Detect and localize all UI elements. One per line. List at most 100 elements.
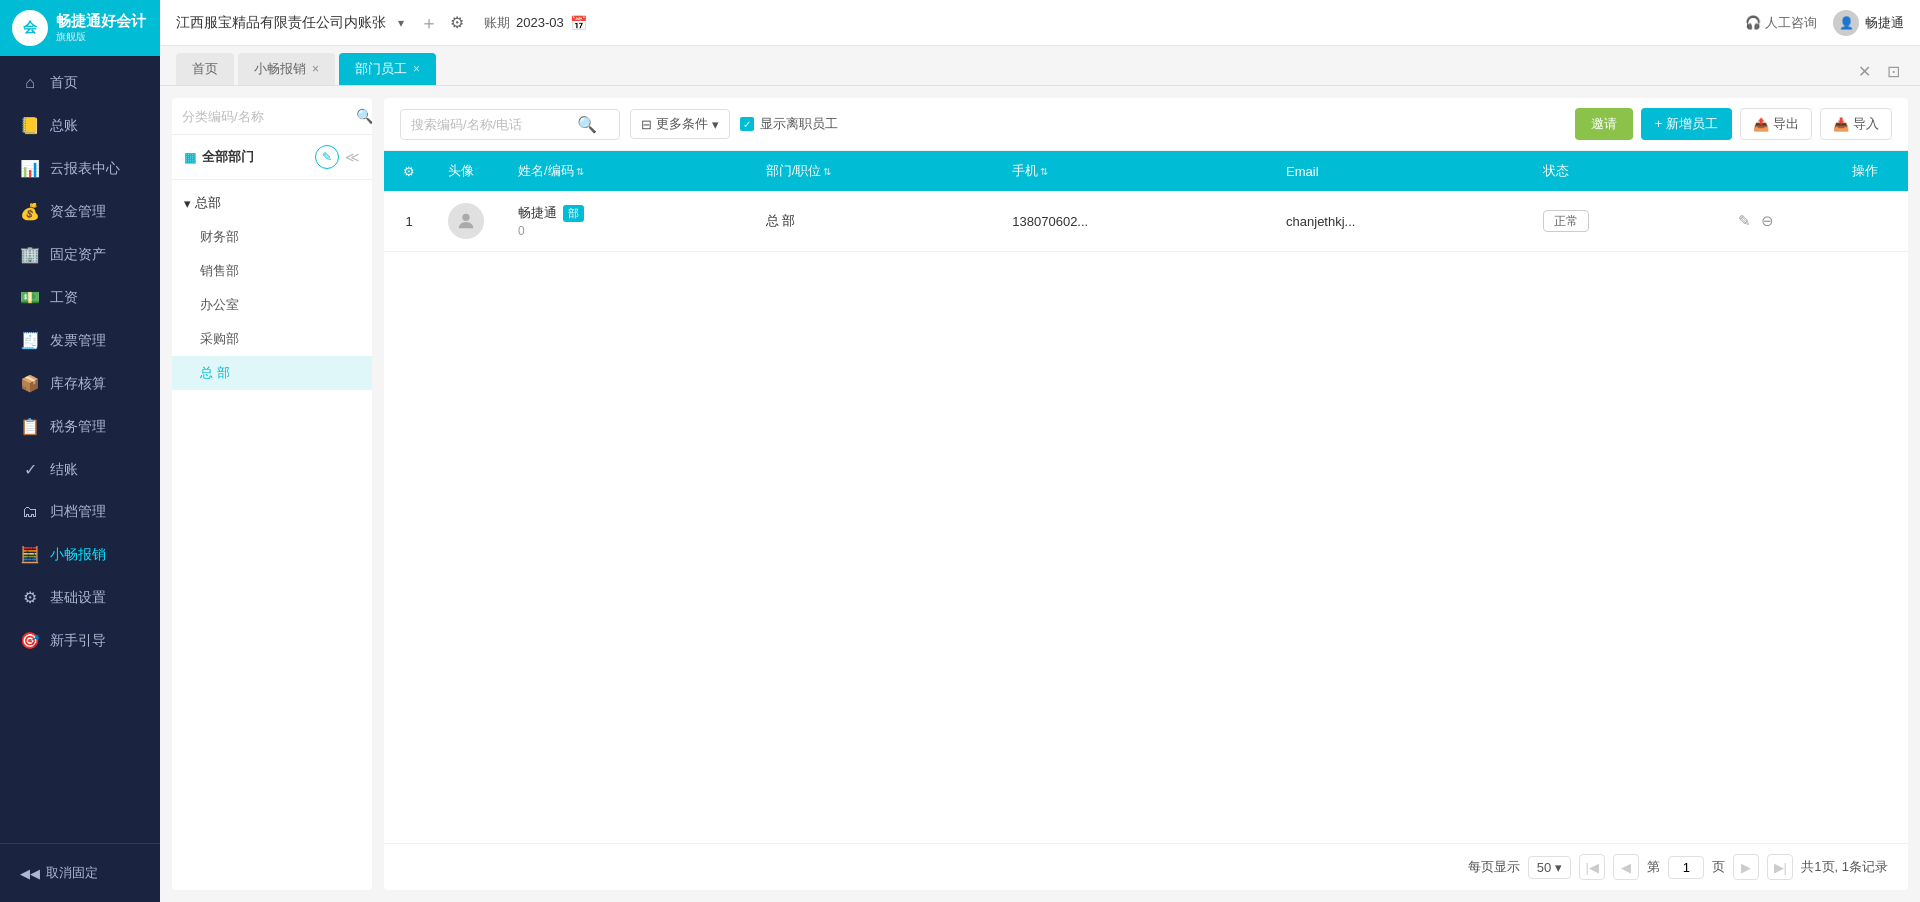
- pin-icon: ◀◀: [20, 866, 40, 881]
- page-number-input[interactable]: [1668, 856, 1704, 879]
- employee-search-input[interactable]: [411, 117, 571, 132]
- sidebar-item-settings[interactable]: ⚙ 基础设置: [0, 576, 160, 619]
- calendar-icon[interactable]: 📅: [570, 15, 587, 31]
- close-expense-tab-icon[interactable]: ×: [312, 62, 319, 76]
- action-icons: ✎ ⊖: [1738, 212, 1894, 230]
- dept-collapse-icon[interactable]: ≪: [345, 149, 360, 165]
- sidebar-item-label: 基础设置: [50, 589, 106, 607]
- sidebar-item-home[interactable]: ⌂ 首页: [0, 62, 160, 104]
- import-button[interactable]: 📥 导入: [1820, 108, 1892, 140]
- sidebar-item-expense[interactable]: 🧮 小畅报销: [0, 533, 160, 576]
- dept-edit-button[interactable]: ✎: [315, 145, 339, 169]
- dept-group-head: ▾ 总部: [172, 186, 372, 220]
- col-settings[interactable]: ⚙: [384, 151, 434, 191]
- invite-button[interactable]: 邀请: [1575, 108, 1633, 140]
- sidebar-item-label: 云报表中心: [50, 160, 120, 178]
- logout-employee-icon[interactable]: ⊖: [1761, 212, 1774, 230]
- help-button[interactable]: 🎧 人工咨询: [1745, 14, 1817, 32]
- employee-search-box: 🔍: [400, 109, 620, 140]
- finance-icon: 💰: [20, 202, 40, 221]
- dept-group-name: 总部: [195, 194, 221, 212]
- add-employee-button[interactable]: + 新增员工: [1641, 108, 1732, 140]
- total-label: 共1页, 1条记录: [1801, 858, 1888, 876]
- sidebar-item-label: 结账: [50, 461, 78, 479]
- sidebar-item-label: 资金管理: [50, 203, 106, 221]
- sidebar-item-archive[interactable]: 🗂 归档管理: [0, 491, 160, 533]
- dept-item-general[interactable]: 总 部: [172, 356, 372, 390]
- topbar: 江西服宝精品有限责任公司内账张 ▾ ＋ ⚙ 账期 2023-03 📅 🎧 人工咨…: [160, 0, 1920, 46]
- dept-header: ▦ 全部部门 ✎ ≪: [172, 135, 372, 180]
- tabbar: 首页 小畅报销 × 部门员工 × ✕ ⊡: [160, 46, 1920, 86]
- search-icon[interactable]: 🔍: [577, 115, 597, 134]
- employee-code: 0: [518, 224, 738, 238]
- col-dept[interactable]: 部门/职位 ⇅: [752, 151, 999, 191]
- close-employees-tab-icon[interactable]: ×: [413, 62, 420, 76]
- page-size-select[interactable]: 50 ▾: [1528, 856, 1571, 879]
- col-email: Email: [1272, 151, 1529, 191]
- employee-avatar: [448, 203, 484, 239]
- expand-tabs-icon[interactable]: ⊡: [1883, 58, 1904, 85]
- first-page-button[interactable]: |◀: [1579, 854, 1605, 880]
- tab-expense[interactable]: 小畅报销 ×: [238, 53, 335, 85]
- checkout-icon: ✓: [20, 460, 40, 479]
- dept-search-input[interactable]: [182, 109, 350, 124]
- status-badge: 正常: [1543, 210, 1589, 232]
- sidebar-item-ledger[interactable]: 📒 总账: [0, 104, 160, 147]
- sidebar-item-checkout[interactable]: ✓ 结账: [0, 448, 160, 491]
- sidebar-item-guide[interactable]: 🎯 新手引导: [0, 619, 160, 662]
- dept-sort-icon: ⇅: [823, 166, 831, 177]
- add-company-icon[interactable]: ＋: [420, 11, 438, 35]
- edit-employee-icon[interactable]: ✎: [1738, 212, 1751, 230]
- row-email-cell: chanjethkj...: [1272, 191, 1529, 252]
- logo-text-container: 畅捷通好会计 旗舰版: [56, 12, 146, 44]
- dept-search-icon[interactable]: 🔍: [356, 108, 372, 124]
- col-phone[interactable]: 手机 ⇅: [998, 151, 1272, 191]
- page-size-value: 50: [1537, 860, 1551, 875]
- company-dropdown-icon[interactable]: ▾: [398, 16, 404, 30]
- sidebar-item-label: 固定资产: [50, 246, 106, 264]
- sidebar-item-assets[interactable]: 🏢 固定资产: [0, 233, 160, 276]
- sidebar-item-inventory[interactable]: 📦 库存核算: [0, 362, 160, 405]
- next-page-button[interactable]: ▶: [1733, 854, 1759, 880]
- tab-home[interactable]: 首页: [176, 53, 234, 85]
- sidebar-item-label: 新手引导: [50, 632, 106, 650]
- dept-search-bar: 🔍: [172, 98, 372, 135]
- sidebar-item-invoice[interactable]: 🧾 发票管理: [0, 319, 160, 362]
- dept-item-finance[interactable]: 财务部: [172, 220, 372, 254]
- last-page-button[interactable]: ▶|: [1767, 854, 1793, 880]
- export-button[interactable]: 📤 导出: [1740, 108, 1812, 140]
- show-resigned-checkbox[interactable]: ✓: [740, 117, 754, 131]
- department-panel: 🔍 ▦ 全部部门 ✎ ≪ ▾ 总部 财务部 销售部 办公室: [172, 98, 372, 890]
- table-header-row: ⚙ 头像 姓名/编码 ⇅: [384, 151, 1908, 191]
- sidebar-item-salary[interactable]: 💵 工资: [0, 276, 160, 319]
- sidebar-item-tax[interactable]: 📋 税务管理: [0, 405, 160, 448]
- pin-label: 取消固定: [46, 864, 98, 882]
- sidebar-item-reports[interactable]: 📊 云报表中心: [0, 147, 160, 190]
- salary-icon: 💵: [20, 288, 40, 307]
- topbar-settings-icon[interactable]: ⚙: [450, 13, 464, 32]
- all-dept-label[interactable]: 全部部门: [202, 148, 254, 166]
- prev-page-button[interactable]: ◀: [1613, 854, 1639, 880]
- tab-employees[interactable]: 部门员工 ×: [339, 53, 436, 85]
- close-all-tabs-icon[interactable]: ✕: [1854, 58, 1875, 85]
- dept-item-purchase[interactable]: 采购部: [172, 322, 372, 356]
- assets-icon: 🏢: [20, 245, 40, 264]
- inventory-icon: 📦: [20, 374, 40, 393]
- app-logo: 会 畅捷通好会计 旗舰版: [0, 0, 160, 56]
- page-size-dropdown-icon: ▾: [1555, 860, 1562, 875]
- dept-item-sales[interactable]: 销售部: [172, 254, 372, 288]
- period-selector: 账期 2023-03 📅: [484, 14, 587, 32]
- user-menu[interactable]: 👤 畅捷通: [1833, 10, 1904, 36]
- sidebar-item-label: 首页: [50, 74, 78, 92]
- col-name[interactable]: 姓名/编码 ⇅: [504, 151, 752, 191]
- import-label: 导入: [1853, 115, 1879, 133]
- pin-button[interactable]: ◀◀ 取消固定: [0, 854, 160, 892]
- dept-tree: ▾ 总部 财务部 销售部 办公室 采购部 总 部: [172, 180, 372, 890]
- dept-item-office[interactable]: 办公室: [172, 288, 372, 322]
- sidebar-item-finance[interactable]: 💰 资金管理: [0, 190, 160, 233]
- period-value[interactable]: 2023-03: [516, 15, 564, 30]
- sidebar-bottom: ◀◀ 取消固定: [0, 843, 160, 902]
- more-conditions-button[interactable]: ⊟ 更多条件 ▾: [630, 109, 730, 139]
- employee-name: 畅捷通: [518, 204, 557, 222]
- company-name: 江西服宝精品有限责任公司内账张: [176, 14, 386, 32]
